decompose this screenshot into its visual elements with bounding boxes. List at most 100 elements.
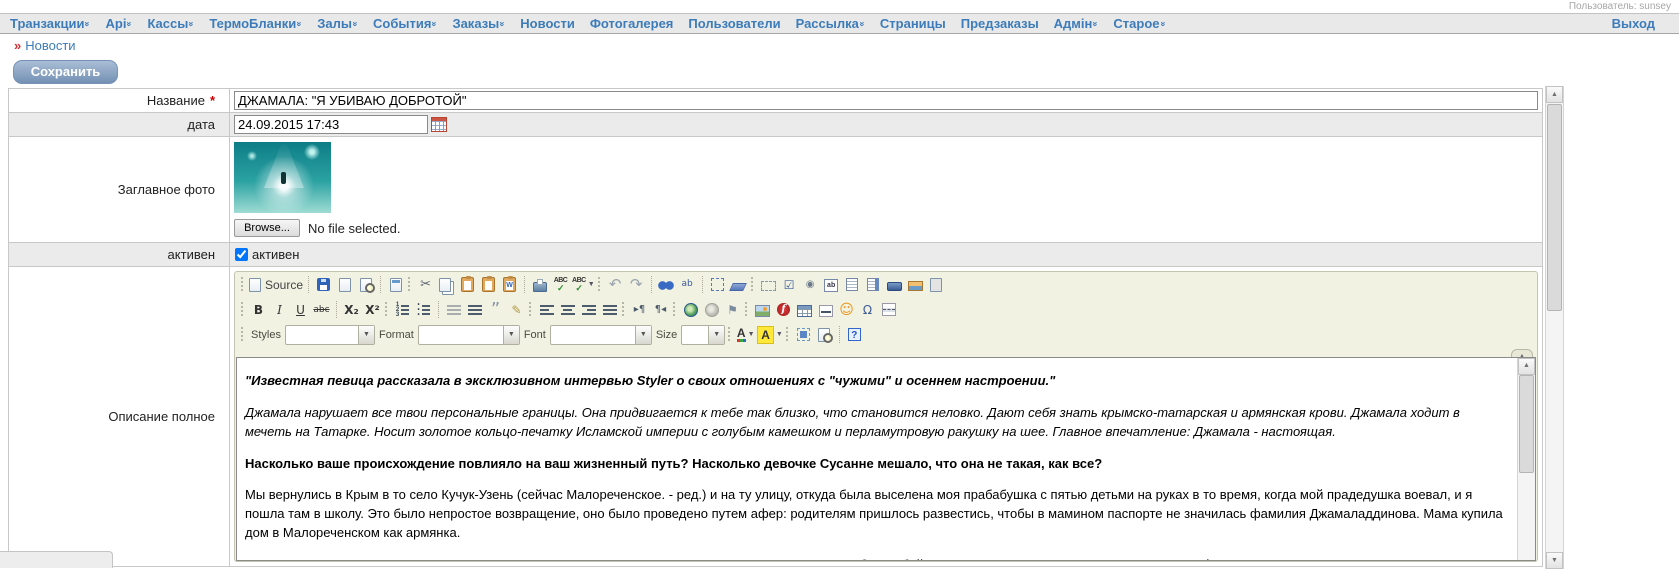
calendar-icon[interactable] bbox=[431, 117, 447, 132]
anchor-icon[interactable]: ⚑ bbox=[723, 300, 742, 319]
menu-item-9[interactable]: Фотогалерея bbox=[590, 16, 674, 31]
smiley-icon[interactable]: ☺ bbox=[837, 300, 856, 319]
text-field-icon[interactable]: ab bbox=[822, 275, 841, 294]
radio-icon[interactable]: ◉ bbox=[801, 275, 820, 294]
editor-scrollbar[interactable]: ▲ bbox=[1517, 358, 1535, 560]
spellcheck-icon[interactable]: ABC ✓ bbox=[551, 275, 570, 294]
menu-item-6[interactable]: События» bbox=[373, 16, 440, 31]
bidi-ltr-icon[interactable]: ▸¶ bbox=[630, 300, 649, 319]
size-dropdown[interactable]: Size ▼ bbox=[654, 324, 726, 345]
title-input[interactable] bbox=[234, 91, 1538, 110]
print-icon[interactable] bbox=[530, 275, 549, 294]
page-scrollbar[interactable]: ▲ ▼ bbox=[1545, 86, 1564, 569]
image-icon[interactable] bbox=[753, 300, 772, 319]
bg-color-button[interactable]: A ▼ bbox=[757, 325, 783, 344]
justify-center-icon[interactable] bbox=[558, 300, 577, 319]
scroll-down-icon[interactable]: ▼ bbox=[1546, 552, 1563, 569]
redo-icon[interactable]: ↷ bbox=[627, 275, 646, 294]
menu-item-13[interactable]: Предзаказы bbox=[961, 16, 1039, 31]
editor-scrollbar-thumb[interactable] bbox=[1519, 375, 1534, 473]
superscript-button[interactable]: X² bbox=[363, 300, 382, 319]
scroll-up-icon[interactable]: ▲ bbox=[1546, 86, 1563, 103]
new-page-icon[interactable] bbox=[335, 275, 354, 294]
menu-item-3[interactable]: Кассы» bbox=[147, 16, 196, 31]
checkbox-icon[interactable]: ☑ bbox=[780, 275, 799, 294]
date-input[interactable] bbox=[234, 115, 428, 134]
bidi-rtl-icon[interactable]: ¶◂ bbox=[651, 300, 670, 319]
menu-item-4[interactable]: ТермоБланки» bbox=[209, 16, 304, 31]
editor-content-area[interactable]: "Известная певица рассказала в эксклюзив… bbox=[236, 357, 1536, 561]
strike-button[interactable]: abc bbox=[312, 300, 331, 319]
bulleted-list-icon[interactable]: • • • bbox=[414, 300, 433, 319]
paste-icon[interactable] bbox=[458, 275, 477, 294]
show-blocks-icon[interactable] bbox=[815, 325, 834, 344]
remove-format-icon[interactable] bbox=[729, 275, 748, 294]
blockquote-icon[interactable]: ” bbox=[486, 300, 505, 319]
select-all-icon[interactable] bbox=[708, 275, 727, 294]
page-break-icon[interactable] bbox=[879, 300, 898, 319]
paste-text-icon[interactable] bbox=[479, 275, 498, 294]
indent-icon[interactable] bbox=[465, 300, 484, 319]
menu-item-8[interactable]: Новости bbox=[520, 16, 575, 31]
chevron-down-icon[interactable]: ▼ bbox=[708, 325, 725, 344]
format-dropdown[interactable]: Format ▼ bbox=[377, 324, 520, 345]
menu-item-14[interactable]: Адмін» bbox=[1054, 16, 1101, 31]
justify-block-icon[interactable] bbox=[600, 300, 619, 319]
preview-icon[interactable] bbox=[356, 275, 375, 294]
logout-link[interactable]: Выход bbox=[1612, 16, 1655, 31]
select-field-icon[interactable] bbox=[864, 275, 883, 294]
link-icon[interactable] bbox=[681, 300, 700, 319]
scroll-up-icon[interactable]: ▲ bbox=[1518, 358, 1535, 375]
unlink-icon[interactable] bbox=[702, 300, 721, 319]
page-scrollbar-thumb[interactable] bbox=[1547, 104, 1562, 311]
replace-icon[interactable]: ab bbox=[678, 275, 697, 294]
menu-item-5[interactable]: Залы» bbox=[317, 16, 360, 31]
text-color-button[interactable]: A ▼ bbox=[736, 325, 755, 344]
save-icon[interactable] bbox=[314, 275, 333, 294]
justify-right-icon[interactable] bbox=[579, 300, 598, 319]
undo-icon[interactable]: ↶ bbox=[606, 275, 625, 294]
italic-button[interactable]: I bbox=[270, 300, 289, 319]
copy-icon[interactable] bbox=[437, 275, 456, 294]
underline-button[interactable]: U bbox=[291, 300, 310, 319]
browse-button[interactable]: Browse... bbox=[234, 219, 300, 237]
justify-left-icon[interactable] bbox=[537, 300, 556, 319]
textarea-icon[interactable] bbox=[843, 275, 862, 294]
chevron-down-icon[interactable]: ▼ bbox=[634, 325, 651, 344]
menu-item-11[interactable]: Рассылка» bbox=[796, 16, 868, 31]
special-char-icon[interactable]: Ω bbox=[858, 300, 877, 319]
styles-dropdown[interactable]: Styles ▼ bbox=[249, 324, 375, 345]
button-icon[interactable] bbox=[885, 275, 904, 294]
paste-from-word-icon[interactable] bbox=[500, 275, 519, 294]
menu-item-12[interactable]: Страницы bbox=[880, 16, 946, 31]
image-button-icon[interactable] bbox=[906, 275, 925, 294]
menu-item-10[interactable]: Пользователи bbox=[688, 16, 780, 31]
menu-item-1[interactable]: Транзакции» bbox=[10, 16, 93, 31]
horizontal-rule-icon[interactable] bbox=[816, 300, 835, 319]
flash-icon[interactable]: f bbox=[774, 300, 793, 319]
form-icon[interactable] bbox=[759, 275, 778, 294]
bold-button[interactable]: B bbox=[249, 300, 268, 319]
outdent-icon[interactable] bbox=[444, 300, 463, 319]
about-icon[interactable]: ? bbox=[845, 325, 864, 344]
hidden-field-icon[interactable] bbox=[927, 275, 946, 294]
create-div-icon[interactable]: ✎ bbox=[507, 300, 526, 319]
numbered-list-icon[interactable]: 123 bbox=[393, 300, 412, 319]
save-button[interactable]: Сохранить bbox=[13, 60, 118, 84]
menu-item-7[interactable]: Заказы» bbox=[452, 16, 507, 31]
menu-item-2[interactable]: Api» bbox=[106, 16, 135, 31]
font-dropdown[interactable]: Font ▼ bbox=[522, 324, 652, 345]
cut-icon[interactable]: ✂ bbox=[416, 275, 435, 294]
menu-item-15[interactable]: Старое» bbox=[1113, 16, 1168, 31]
scayt-icon[interactable]: ABC ✓ ▼ bbox=[572, 275, 595, 294]
maximize-icon[interactable] bbox=[794, 325, 813, 344]
active-checkbox[interactable] bbox=[235, 248, 248, 261]
table-icon[interactable] bbox=[795, 300, 814, 319]
source-button[interactable]: Source bbox=[249, 275, 303, 294]
find-icon[interactable] bbox=[657, 275, 676, 294]
chevron-down-icon[interactable]: ▼ bbox=[502, 325, 519, 344]
templates-icon[interactable] bbox=[386, 275, 405, 294]
breadcrumb-link[interactable]: Новости bbox=[25, 38, 75, 53]
chevron-down-icon[interactable]: ▼ bbox=[357, 325, 374, 344]
subscript-button[interactable]: X₂ bbox=[342, 300, 361, 319]
